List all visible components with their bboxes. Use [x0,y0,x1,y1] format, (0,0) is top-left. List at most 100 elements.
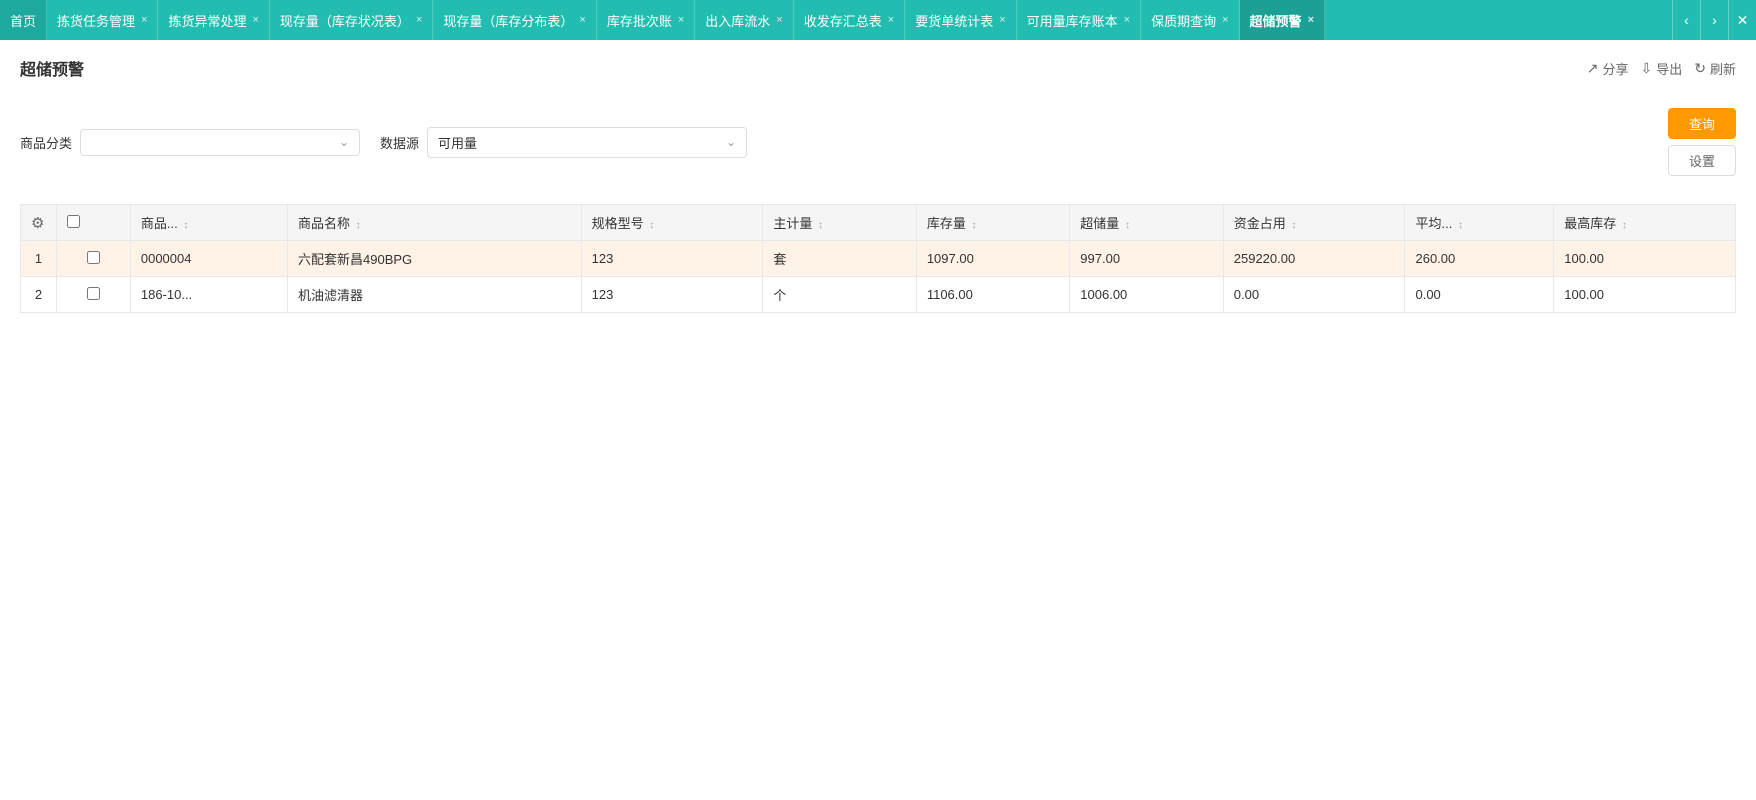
th-checkbox [57,205,131,241]
nav-close-collect-summary[interactable]: × [888,14,894,26]
th-avg-label: 平均... [1415,216,1452,231]
filter-group-category: 商品分类 ⌄ [20,129,360,156]
nav-item-inventory-dist[interactable]: 现存量（库存分布表） × [433,0,596,40]
row-spec: 123 [581,241,763,277]
row-unit: 套 [763,241,916,277]
sort-icon-overstock-qty[interactable]: ↕ [1125,220,1130,231]
nav-arrow-left[interactable]: ‹ [1672,0,1700,40]
nav-arrow-close[interactable]: ✕ [1728,0,1756,40]
row-avg: 260.00 [1405,241,1554,277]
nav-item-overstock-alert[interactable]: 超储预警 × [1240,0,1325,40]
nav-close-inventory-status[interactable]: × [416,14,422,26]
nav-item-collect-summary[interactable]: 收发存汇总表 × [794,0,905,40]
query-button[interactable]: 查询 [1668,108,1736,139]
header-actions: ↗ 分享 ⇩ 导出 ↻ 刷新 [1587,59,1736,78]
row-product-code: 186-10... [130,277,287,313]
th-product-name-label: 商品名称 [298,216,350,231]
row-checkbox[interactable] [87,251,100,264]
th-unit-label: 主计量 [773,216,812,231]
th-overstock-qty: 超储量 ↕ [1070,205,1223,241]
sort-icon-avg[interactable]: ↕ [1458,220,1463,231]
row-stock-qty: 1097.00 [916,241,1069,277]
row-max-stock: 100.00 [1554,241,1736,277]
row-num: 1 [21,241,57,277]
th-stock-qty-label: 库存量 [927,216,966,231]
filter-buttons: 查询 设置 [1668,108,1736,176]
nav-close-batch[interactable]: × [678,14,684,26]
refresh-label: 刷新 [1710,59,1736,78]
nav-label-quality-check: 保质期查询 [1151,11,1216,30]
nav-label-batch: 库存批次账 [607,11,672,30]
nav-item-quality-check[interactable]: 保质期查询 × [1141,0,1239,40]
datasource-select[interactable]: 可用量 ⌄ [427,127,747,158]
sort-icon-max-stock[interactable]: ↕ [1622,220,1627,231]
settings-button[interactable]: 设置 [1668,145,1736,176]
nav-item-order-stats[interactable]: 要货单统计表 × [905,0,1016,40]
datasource-select-value: 可用量 [438,133,477,152]
datasource-label: 数据源 [380,133,419,152]
filter-group-datasource: 数据源 可用量 ⌄ [380,127,747,158]
nav-close-overstock-alert[interactable]: × [1308,14,1314,26]
sort-icon-product-code[interactable]: ↕ [183,220,188,231]
export-button[interactable]: ⇩ 导出 [1641,59,1683,78]
share-button[interactable]: ↗ 分享 [1587,59,1629,78]
th-settings: ⚙ [21,205,57,241]
row-stock-qty: 1106.00 [916,277,1069,313]
sort-icon-capital[interactable]: ↕ [1291,220,1296,231]
nav-label-collect-summary: 收发存汇总表 [804,11,882,30]
nav-item-abnormal[interactable]: 拣货异常处理 × [158,0,269,40]
nav-label-overstock-alert: 超储预警 [1250,11,1302,30]
page-title: 超储预警 [20,56,84,80]
sort-icon-unit[interactable]: ↕ [818,220,823,231]
nav-close-quality-check[interactable]: × [1222,14,1228,26]
nav-close-available-account[interactable]: × [1124,14,1130,26]
share-label: 分享 [1602,59,1628,78]
nav-label-abnormal: 拣货异常处理 [168,11,246,30]
nav-item-available-account[interactable]: 可用量库存账本 × [1017,0,1141,40]
row-overstock-qty: 997.00 [1070,241,1223,277]
nav-item-inventory-status[interactable]: 现存量（库存状况表） × [270,0,433,40]
page-header: 超储预警 ↗ 分享 ⇩ 导出 ↻ 刷新 [20,56,1736,80]
nav-item-batch[interactable]: 库存批次账 × [597,0,695,40]
nav-label-order-stats: 要货单统计表 [915,11,993,30]
th-product-name: 商品名称 ↕ [288,205,582,241]
th-unit: 主计量 ↕ [763,205,916,241]
share-icon: ↗ [1587,60,1599,77]
refresh-button[interactable]: ↻ 刷新 [1694,59,1736,78]
nav-item-inout-flow[interactable]: 出入库流水 × [695,0,793,40]
th-capital-occupation-label: 资金占用 [1234,216,1286,231]
th-capital-occupation: 资金占用 ↕ [1223,205,1405,241]
row-checkbox[interactable] [87,287,100,300]
th-overstock-qty-label: 超储量 [1080,216,1119,231]
nav-item-task-mgmt[interactable]: 拣货任务管理 × [47,0,158,40]
export-icon: ⇩ [1641,60,1653,77]
export-label: 导出 [1656,59,1682,78]
nav-close-abnormal[interactable]: × [252,14,258,26]
refresh-icon: ↻ [1694,60,1706,77]
nav-label-task-mgmt: 拣货任务管理 [57,11,135,30]
nav-close-inventory-dist[interactable]: × [579,14,585,26]
nav-label-available-account: 可用量库存账本 [1027,11,1118,30]
row-checkbox-cell [57,277,131,313]
th-product-code: 商品... ↕ [130,205,287,241]
nav-item-home[interactable]: 首页 [0,0,47,40]
category-select[interactable]: ⌄ [80,129,360,156]
nav-close-inout-flow[interactable]: × [776,14,782,26]
top-nav: 首页 拣货任务管理 × 拣货异常处理 × 现存量（库存状况表） × 现存量（库存… [0,0,1756,40]
table-row: 1 0000004 六配套新昌490BPG 123 套 1097.00 997.… [21,241,1736,277]
th-spec-label: 规格型号 [592,216,644,231]
th-max-stock: 最高库存 ↕ [1554,205,1736,241]
nav-arrow-right[interactable]: › [1700,0,1728,40]
th-product-code-label: 商品... [141,216,178,231]
nav-close-order-stats[interactable]: × [999,14,1005,26]
row-overstock-qty: 1006.00 [1070,277,1223,313]
th-stock-qty: 库存量 ↕ [916,205,1069,241]
sort-icon-spec[interactable]: ↕ [649,220,654,231]
sort-icon-stock-qty[interactable]: ↕ [971,220,976,231]
th-spec: 规格型号 ↕ [581,205,763,241]
select-all-checkbox[interactable] [67,215,80,228]
settings-icon[interactable]: ⚙ [31,215,44,232]
sort-icon-product-name[interactable]: ↕ [356,220,361,231]
nav-close-task-mgmt[interactable]: × [141,14,147,26]
nav-label-inventory-dist: 现存量（库存分布表） [443,11,573,30]
